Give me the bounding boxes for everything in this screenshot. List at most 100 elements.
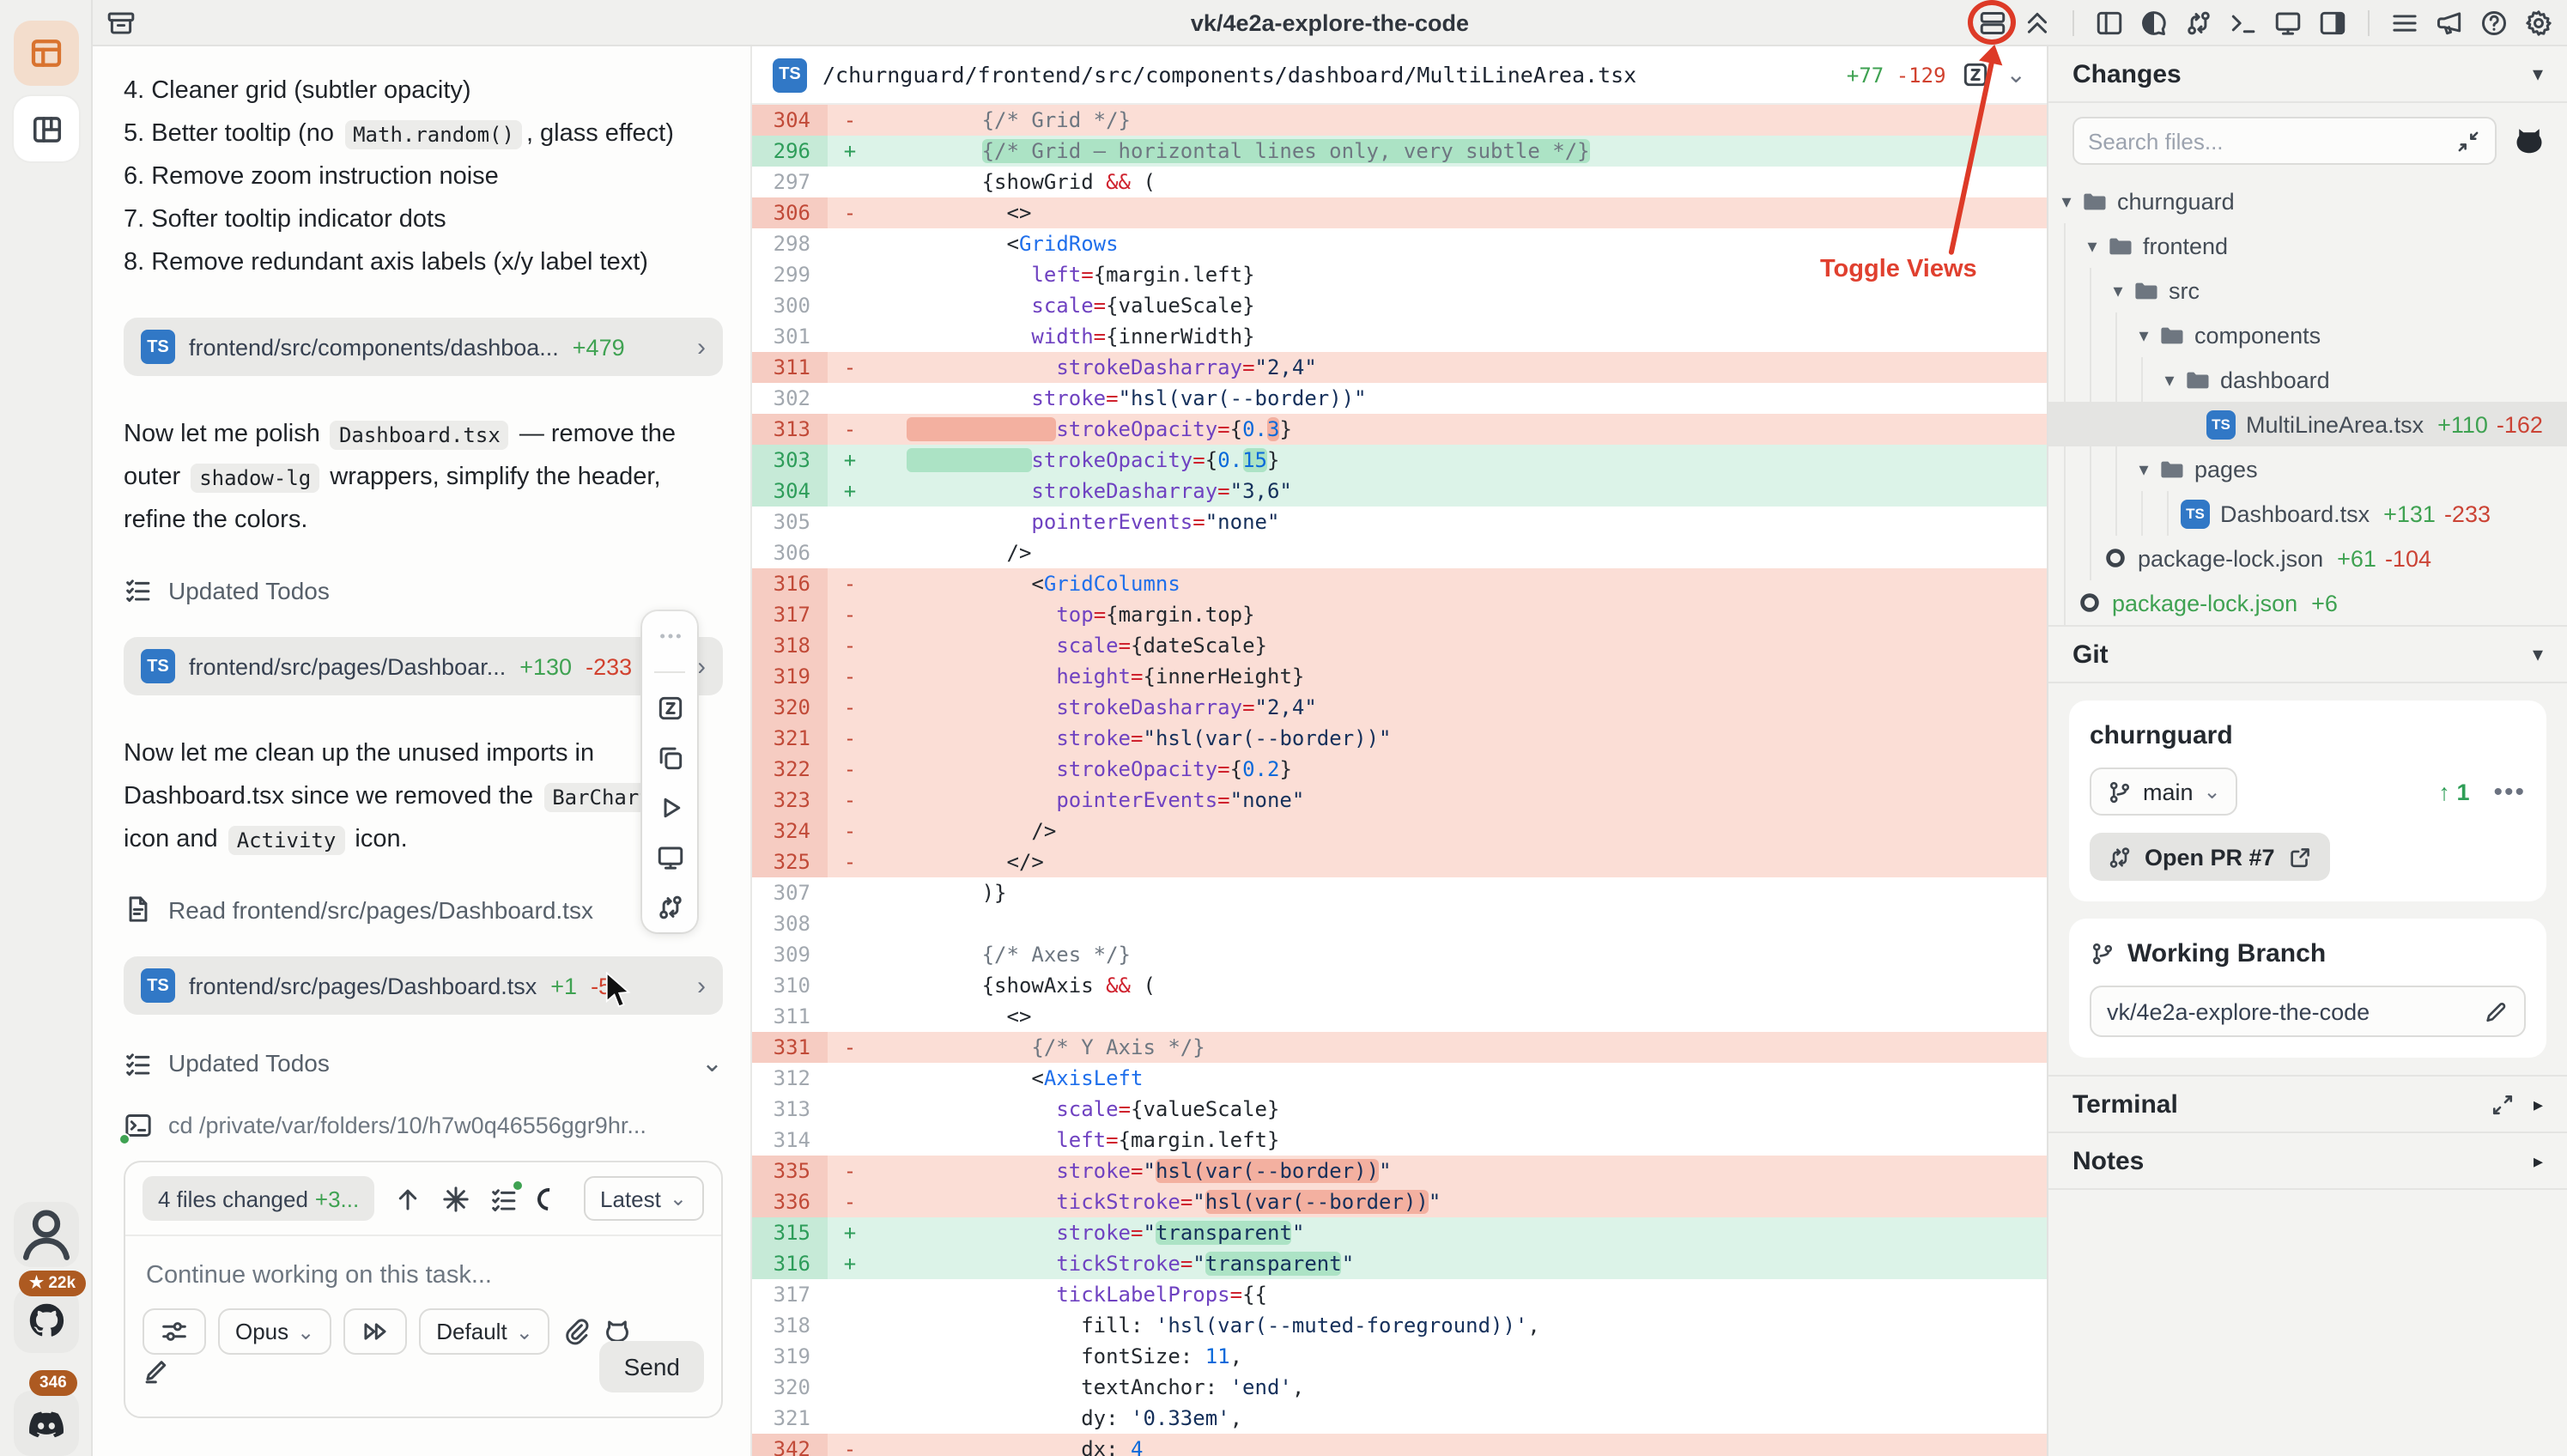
highlighter-icon[interactable] xyxy=(143,1355,172,1384)
branch-dropdown[interactable]: main⌄ xyxy=(2090,767,2238,816)
more-menu-icon[interactable]: ••• xyxy=(2493,777,2526,806)
edit-diff-icon[interactable] xyxy=(655,694,684,723)
tree-row[interactable]: TSDashboard.tsx+131-233 xyxy=(2048,491,2567,536)
tree-row[interactable]: ▾ components xyxy=(2048,312,2567,357)
drag-handle-icon[interactable] xyxy=(655,622,684,651)
send-button[interactable]: Send xyxy=(600,1341,704,1392)
tree-row[interactable]: ▾dashboard xyxy=(2048,357,2567,402)
file-edit-chip[interactable]: TSfrontend/src/pages/Dashboard.tsx+1-5› xyxy=(124,956,723,1015)
collapse-diff-icon[interactable]: ⌄ xyxy=(2006,60,2026,89)
indent-guide xyxy=(2074,402,2100,446)
chevrons-up-icon[interactable] xyxy=(2023,8,2052,37)
chat-bubble-icon[interactable] xyxy=(2139,8,2169,37)
file-chip-name: frontend/src/pages/Dashboard.tsx xyxy=(189,973,537,998)
notes-section-header[interactable]: Notes ▸ xyxy=(2048,1133,2567,1188)
line-number: 320 xyxy=(752,1372,828,1403)
tree-row[interactable]: ▾frontend xyxy=(2048,223,2567,268)
line-number: 313 xyxy=(752,414,828,445)
read-row[interactable]: Read frontend/src/pages/Dashboard.tsx xyxy=(124,895,723,924)
help-icon[interactable] xyxy=(2479,8,2509,37)
panel-right-icon[interactable] xyxy=(2318,8,2347,37)
separator xyxy=(2368,9,2370,35)
move-up-icon[interactable] xyxy=(393,1184,422,1213)
spark-icon[interactable] xyxy=(441,1184,470,1213)
topbar: vk/4e2a-explore-the-code Toggle Views xyxy=(93,0,2567,46)
open-pr-button[interactable]: Open PR #7 xyxy=(2090,833,2330,881)
chevron-right-icon: › xyxy=(697,332,706,361)
todo-label: Updated Todos xyxy=(168,1049,330,1077)
file-edit-chip[interactable]: TSfrontend/src/pages/Dashboar...+130-233… xyxy=(124,637,723,695)
line-number: 307 xyxy=(752,877,828,908)
tree-row[interactable]: package-lock.json+61-104 xyxy=(2048,536,2567,580)
collapse-tree-icon[interactable] xyxy=(2455,128,2481,154)
composer-input[interactable]: Continue working on this task... xyxy=(125,1236,721,1303)
caret-down-icon: ▾ xyxy=(2133,324,2155,346)
copy-icon[interactable] xyxy=(655,743,684,773)
todo-row[interactable]: Updated Todos xyxy=(124,575,723,604)
attach-icon[interactable] xyxy=(562,1317,592,1346)
indent-guide xyxy=(2100,357,2126,402)
tree-row[interactable]: ▾churnguard xyxy=(2048,179,2567,223)
chevron-right-icon: ▸ xyxy=(2534,1150,2543,1172)
tree-row[interactable]: ▾src xyxy=(2048,268,2567,312)
diff-row: 323- pointerEvents="none" xyxy=(752,785,2047,816)
line-number: 296 xyxy=(752,136,828,167)
mode-dropdown[interactable]: Default⌄ xyxy=(419,1308,550,1355)
tree-row[interactable]: TSMultiLineArea.tsx+110-162 xyxy=(2048,402,2567,446)
diff-view-icon[interactable] xyxy=(1962,60,1991,89)
edit-branch-icon[interactable] xyxy=(2483,998,2509,1024)
terminal-row[interactable]: cd /private/var/folders/10/h7w0q46556ggr… xyxy=(124,1111,723,1140)
code-line: tickStroke="transparent" xyxy=(872,1248,2047,1279)
git-compare-icon[interactable] xyxy=(2184,8,2213,37)
search-files-input[interactable]: Search files... xyxy=(2072,117,2497,165)
account-button[interactable] xyxy=(14,1202,79,1267)
play-icon[interactable] xyxy=(655,793,684,822)
layout-button[interactable] xyxy=(14,96,79,161)
megaphone-icon[interactable] xyxy=(2435,8,2464,37)
line-number: 303 xyxy=(752,445,828,476)
version-dropdown[interactable]: Latest⌄ xyxy=(583,1176,704,1221)
todos-indicator[interactable] xyxy=(489,1184,519,1213)
discord-button[interactable] xyxy=(14,1391,79,1456)
diff-sign xyxy=(828,383,872,414)
code-line: {/* Axes */} xyxy=(872,939,2047,970)
file-tree: ▾churnguard▾frontend▾src▾components▾dash… xyxy=(2048,179,2567,625)
workspace-button[interactable] xyxy=(14,21,79,86)
branch-icon xyxy=(2107,779,2133,804)
model-dropdown[interactable]: Opus⌄ xyxy=(218,1308,331,1355)
menu-icon[interactable] xyxy=(2390,8,2419,37)
indent-guide xyxy=(2048,312,2074,357)
caret-down-icon: ▾ xyxy=(2107,279,2129,301)
github-button[interactable] xyxy=(14,1288,79,1353)
fast-forward-button[interactable] xyxy=(343,1308,407,1355)
line-number: 318 xyxy=(752,630,828,661)
file-edit-chip[interactable]: TSfrontend/src/components/dashboa...+479… xyxy=(124,318,723,376)
line-number: 319 xyxy=(752,1341,828,1372)
todo-row[interactable]: Updated Todos⌄ xyxy=(124,1047,723,1078)
expand-icon[interactable] xyxy=(2491,1091,2516,1117)
files-changed-chip[interactable]: 4 files changed+3... xyxy=(143,1176,374,1221)
code-line: dy: '0.33em', xyxy=(872,1403,2047,1434)
archive-icon[interactable] xyxy=(106,8,136,37)
terminal-section-header[interactable]: Terminal ▸ xyxy=(2048,1077,2567,1131)
indent-guide xyxy=(2074,268,2100,312)
tree-row[interactable]: package-lock.json+6 xyxy=(2048,580,2567,625)
git-section-header[interactable]: Git ▾ xyxy=(2048,627,2567,682)
settings-icon[interactable] xyxy=(2524,8,2553,37)
terminal-prompt-icon[interactable] xyxy=(2229,8,2258,37)
diff-sign xyxy=(828,1063,872,1094)
monitor-icon[interactable] xyxy=(2273,8,2303,37)
git-compare-icon[interactable] xyxy=(655,893,684,922)
panel-left-icon[interactable] xyxy=(2095,8,2124,37)
changes-section-header[interactable]: Changes ▾ xyxy=(2048,46,2567,101)
working-branch-input[interactable]: vk/4e2a-explore-the-code xyxy=(2090,986,2526,1037)
toggle-views-button[interactable]: Toggle Views xyxy=(1978,8,2007,37)
code-line: </> xyxy=(872,846,2047,877)
monitor-icon[interactable] xyxy=(655,843,684,872)
tree-row[interactable]: ▾pages xyxy=(2048,446,2567,491)
cat-assistant-icon[interactable] xyxy=(2512,124,2546,158)
chevron-right-icon: ▸ xyxy=(2534,1093,2543,1115)
tree-item-name: components xyxy=(2194,322,2321,348)
settings-sliders-button[interactable] xyxy=(143,1308,206,1355)
code-line: stroke="hsl(var(--border))" xyxy=(872,723,2047,754)
